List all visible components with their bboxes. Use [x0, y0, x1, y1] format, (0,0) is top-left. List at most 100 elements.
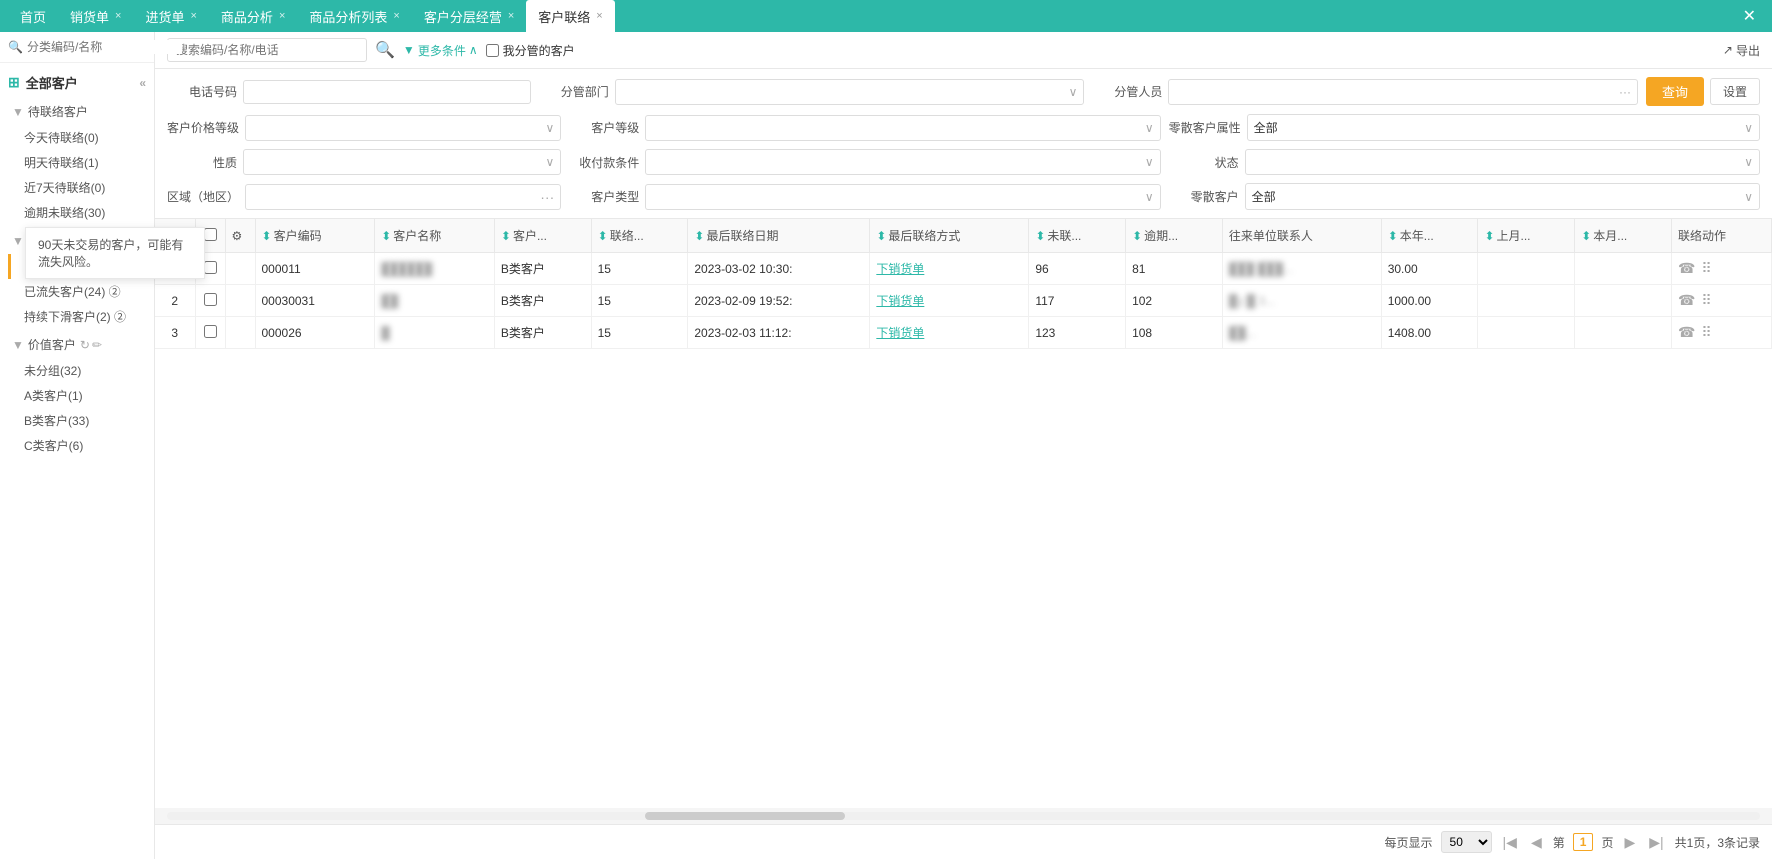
all-customers-header[interactable]: ⊞ 全部客户 « [0, 67, 154, 98]
col-code[interactable]: ⬍客户编码 [255, 219, 375, 253]
sidebar-item-tomorrow-pending[interactable]: 明天待联络(1) [8, 150, 154, 175]
sidebar-group-value-title[interactable]: ▼ 价值客户 ↻ ✏ [0, 331, 154, 358]
my-customers-checkbox-group[interactable]: 我分管的客户 [486, 42, 575, 59]
col-last-date[interactable]: ⬍最后联络日期 [688, 219, 870, 253]
first-page-button[interactable]: |◀ [1500, 834, 1520, 851]
zero-attr-select[interactable]: 全部 ∨ [1247, 114, 1760, 141]
sidebar-item-b-class[interactable]: B类客户(33) [8, 408, 154, 433]
row-checkbox[interactable] [204, 293, 217, 306]
sidebar-item-7day-pending[interactable]: 近7天待联络(0) [8, 175, 154, 200]
last-method-link[interactable]: 下销货单 [876, 262, 924, 276]
search-button[interactable]: 🔍 [375, 40, 395, 60]
col-unit-contact[interactable]: 往来单位联系人 [1222, 219, 1381, 253]
settings-button[interactable]: 设置 [1710, 78, 1760, 105]
phone-input[interactable] [243, 80, 531, 104]
sidebar-item-c-class[interactable]: C类客户(6) [8, 433, 154, 458]
sidebar-item-a-class[interactable]: A类客户(1) [8, 383, 154, 408]
last-page-button[interactable]: ▶| [1646, 834, 1666, 851]
customer-level-select[interactable]: ∨ [645, 115, 1160, 141]
tab-close-sales[interactable]: × [115, 10, 121, 22]
select-all-checkbox[interactable] [204, 228, 217, 241]
tab-customer-segment[interactable]: 客户分层经营 × [412, 0, 526, 32]
loss-warning-tooltip: 90天未交易的客户，可能有流失风险。 [25, 227, 205, 279]
tab-analysis[interactable]: 商品分析 × [209, 0, 297, 32]
edit-icon[interactable]: ✏ [92, 338, 102, 352]
last-method-link[interactable]: 下销货单 [876, 294, 924, 308]
search-input[interactable] [167, 38, 367, 62]
sidebar-item-lost[interactable]: 已流失客户(24) ② [8, 279, 154, 304]
action-more-icon[interactable]: ⠿ [1701, 324, 1711, 341]
tab-home[interactable]: 首页 [8, 0, 58, 32]
sidebar-group-pending-title[interactable]: ▼ 待联络客户 [0, 98, 154, 125]
action-more-icon[interactable]: ⠿ [1701, 292, 1711, 309]
action-more-icon[interactable]: ⠿ [1701, 260, 1711, 277]
per-page-select[interactable]: 50 100 200 [1441, 831, 1492, 853]
nature-select[interactable]: ∨ [243, 149, 561, 175]
col-this-month[interactable]: ⬍本月... [1575, 219, 1672, 253]
tab-close-analysis[interactable]: × [279, 10, 285, 22]
scrollbar-thumb[interactable] [645, 812, 845, 820]
tab-customer-contact[interactable]: 客户联络 × [526, 0, 614, 32]
window-close-button[interactable]: ✕ [1735, 6, 1764, 26]
sidebar-item-overdue-pending[interactable]: 逾期未联络(30) [8, 200, 154, 225]
col-name[interactable]: ⬍客户名称 [375, 219, 495, 253]
cell-overdue: 81 [1126, 253, 1223, 285]
col-last-month[interactable]: ⬍上月... [1478, 219, 1575, 253]
cell-settings [225, 285, 255, 317]
cell-action: ☎ ⠿ [1671, 317, 1771, 349]
arrow-down-icon2: ▼ [12, 234, 24, 248]
action-phone-icon[interactable]: ☎ [1678, 324, 1695, 341]
payment-select[interactable]: ∨ [645, 149, 1160, 175]
refresh-icon[interactable]: ↻ [80, 338, 90, 352]
col-this-year[interactable]: ⬍本年... [1381, 219, 1478, 253]
price-level-arrow: ∨ [545, 121, 554, 135]
col-no-contact[interactable]: ⬍未联... [1029, 219, 1126, 253]
region-dots[interactable]: ··· [540, 189, 554, 205]
tab-close-customer-contact[interactable]: × [596, 10, 602, 22]
department-select[interactable]: ∨ [615, 79, 1085, 105]
tab-purchase[interactable]: 进货单 × [133, 0, 208, 32]
action-phone-icon[interactable]: ☎ [1678, 260, 1695, 277]
sidebar-item-ungroup[interactable]: 未分组(32) [8, 358, 154, 383]
tab-analysis-list[interactable]: 商品分析列表 × [297, 0, 411, 32]
col-overdue[interactable]: ⬍逾期... [1126, 219, 1223, 253]
sidebar-search-input[interactable] [27, 40, 182, 54]
row-checkbox[interactable] [204, 325, 217, 338]
table-row: 3 000026 █ B类客户 15 2023-02-03 11:12: 下销货… [155, 317, 1772, 349]
row-checkbox[interactable] [204, 261, 217, 274]
tab-close-analysis-list[interactable]: × [393, 10, 399, 22]
query-button[interactable]: 查询 [1646, 77, 1704, 106]
export-button[interactable]: ↗ 导出 [1723, 42, 1760, 59]
cell-checkbox[interactable] [195, 317, 225, 349]
next-page-button[interactable]: ▶ [1621, 834, 1638, 851]
tab-close-customer-segment[interactable]: × [508, 10, 514, 22]
cell-checkbox[interactable] [195, 285, 225, 317]
manager-select[interactable]: ··· [1168, 79, 1638, 105]
action-phone-icon[interactable]: ☎ [1678, 292, 1695, 309]
cell-last-method[interactable]: 下销货单 [870, 285, 1029, 317]
col-last-method[interactable]: ⬍最后联络方式 [870, 219, 1029, 253]
sidebar-item-declining[interactable]: 持续下滑客户(2) ② [8, 304, 154, 329]
tab-close-purchase[interactable]: × [190, 10, 196, 22]
region-select[interactable]: ··· [245, 184, 561, 210]
status-select[interactable]: ∨ [1245, 149, 1760, 175]
cell-last-method[interactable]: 下销货单 [870, 253, 1029, 285]
sidebar-collapse-button[interactable]: « [139, 76, 146, 90]
last-method-link[interactable]: 下销货单 [876, 326, 924, 340]
zero-customer-select[interactable]: 全部 ∨ [1245, 183, 1760, 210]
horizontal-scrollbar[interactable] [167, 812, 1760, 820]
col-settings[interactable]: ⚙ [225, 219, 255, 253]
sidebar-group-pending: ▼ 待联络客户 今天待联络(0) 明天待联络(1) 近7天待联络(0) 逾期未联… [0, 98, 154, 225]
price-level-select[interactable]: ∨ [245, 115, 561, 141]
col-contact-count[interactable]: ⬍联络... [591, 219, 688, 253]
more-conditions-button[interactable]: ▼ 更多条件 ∧ [403, 42, 478, 59]
customer-type-select[interactable]: ∨ [645, 184, 1160, 210]
tab-sales[interactable]: 销货单 × [58, 0, 133, 32]
sort-icon11: ⬍ [1581, 229, 1591, 243]
sort-icon7: ⬍ [1035, 229, 1045, 243]
my-customers-checkbox[interactable] [486, 44, 499, 57]
col-class[interactable]: ⬍客户... [494, 219, 591, 253]
cell-last-method[interactable]: 下销货单 [870, 317, 1029, 349]
prev-page-button[interactable]: ◀ [1528, 834, 1545, 851]
sidebar-item-today-pending[interactable]: 今天待联络(0) [8, 125, 154, 150]
